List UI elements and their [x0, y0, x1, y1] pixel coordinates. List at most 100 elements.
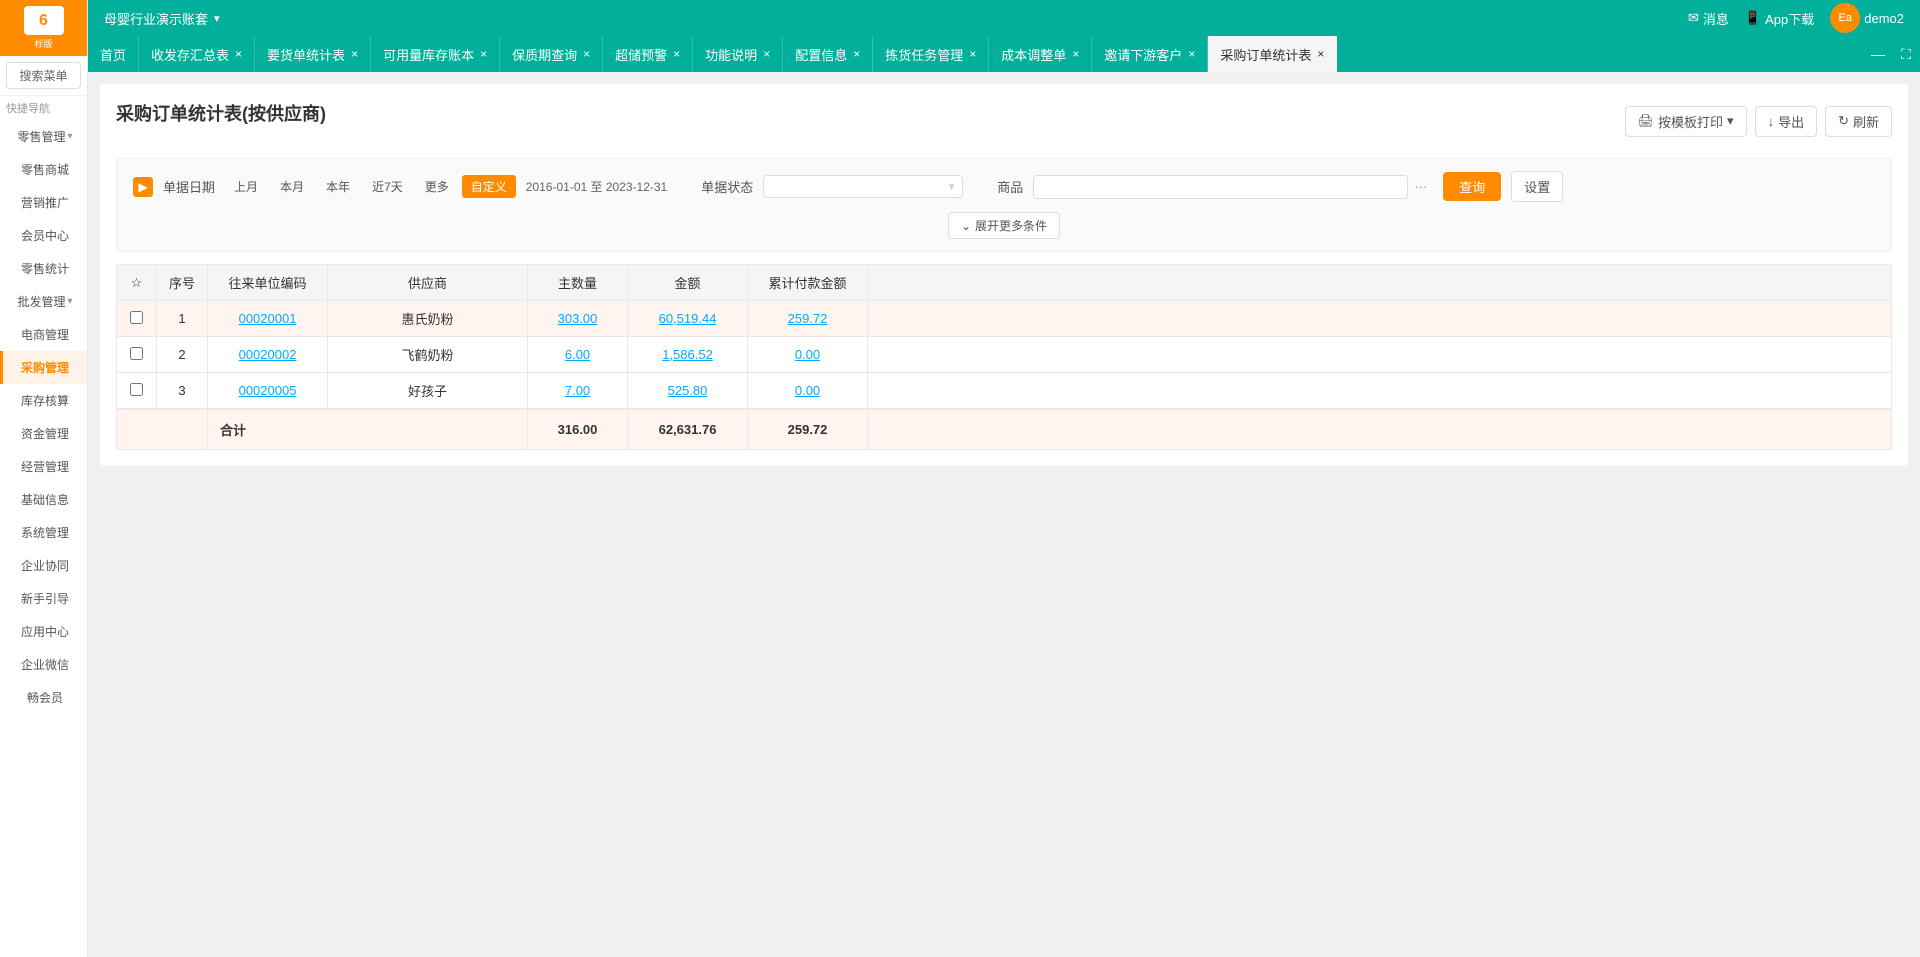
close-icon[interactable]: ×	[853, 47, 860, 61]
message-btn[interactable]: ✉ 消息	[1688, 9, 1729, 28]
tab-minimize-btn[interactable]: —	[1864, 40, 1892, 68]
close-icon[interactable]: ×	[969, 47, 976, 61]
refresh-button[interactable]: ↻ 刷新	[1825, 106, 1892, 137]
tab-label: 收发存汇总表	[151, 45, 229, 64]
expand-more-filters-button[interactable]: ⌄ 展开更多条件	[948, 212, 1060, 239]
status-dropdown[interactable]: ▾	[763, 175, 963, 198]
sidebar-item-batch-mgmt[interactable]: 批发管理 ▾	[0, 285, 87, 318]
cell-amount[interactable]: 60,519.44	[628, 301, 748, 337]
cell-amount[interactable]: 1,586.52	[628, 337, 748, 373]
sidebar-item-retail-stats[interactable]: 零售统计	[0, 252, 87, 285]
row-checkbox[interactable]	[130, 347, 143, 360]
tab-pick-task[interactable]: 拣货任务管理 ×	[873, 36, 989, 72]
row-checkbox[interactable]	[130, 311, 143, 324]
sidebar-item-member-center[interactable]: 会员中心	[0, 219, 87, 252]
cell-paid[interactable]: 0.00	[748, 373, 868, 410]
sidebar-item-label: 零售管理	[17, 128, 65, 145]
sidebar-item-label: 会员中心	[21, 229, 69, 243]
close-icon[interactable]: ×	[1072, 47, 1079, 61]
export-button[interactable]: ↓ 导出	[1755, 106, 1818, 137]
table-header-row: ☆ 序号 往来单位编码 供应商 主数量 金额 累计付款金额	[117, 265, 1892, 301]
close-icon[interactable]: ×	[673, 47, 680, 61]
sidebar-item-label: 库存核算	[21, 394, 69, 408]
close-icon[interactable]: ×	[351, 47, 358, 61]
tab-overstock[interactable]: 超储预警 ×	[603, 36, 693, 72]
cell-check[interactable]	[117, 373, 157, 410]
cell-amount[interactable]: 525.80	[628, 373, 748, 410]
app-logo: 6 标版	[0, 0, 87, 56]
date-tab-last7[interactable]: 近7天	[363, 175, 412, 198]
date-tab-this-year[interactable]: 本年	[317, 175, 359, 198]
col-qty-header: 主数量	[528, 265, 628, 301]
close-icon[interactable]: ×	[1317, 47, 1324, 61]
sidebar-item-sys-mgmt[interactable]: 系统管理	[0, 516, 87, 549]
close-icon[interactable]: ×	[235, 47, 242, 61]
cell-qty[interactable]: 7.00	[528, 373, 628, 410]
sidebar-item-retail-mgmt[interactable]: 零售管理 ▾	[0, 120, 87, 153]
tab-avail-inv[interactable]: 可用量库存账本 ×	[371, 36, 500, 72]
main-area: 母婴行业演示账套 ▾ ✉ 消息 📱 App下载 Ea demo2 首页	[88, 0, 1920, 957]
sidebar-item-finance[interactable]: 资金管理	[0, 417, 87, 450]
cell-paid[interactable]: 259.72	[748, 301, 868, 337]
goods-more-icon[interactable]: ···	[1408, 179, 1433, 194]
cell-paid[interactable]: 0.00	[748, 337, 868, 373]
date-tab-last-month[interactable]: 上月	[225, 175, 267, 198]
export-icon: ↓	[1768, 114, 1775, 129]
query-button[interactable]: 查询	[1443, 172, 1501, 201]
sidebar-item-app-center[interactable]: 应用中心	[0, 615, 87, 648]
tab-home[interactable]: 首页	[88, 36, 139, 72]
tab-maximize-btn[interactable]: ⛶	[1892, 40, 1920, 68]
cell-check[interactable]	[117, 337, 157, 373]
sidebar-item-basic-info[interactable]: 基础信息	[0, 483, 87, 516]
tab-label: 要货单统计表	[267, 45, 345, 64]
cell-code[interactable]: 00020005	[208, 373, 328, 410]
close-icon[interactable]: ×	[1188, 47, 1195, 61]
cell-qty[interactable]: 303.00	[528, 301, 628, 337]
sidebar-item-ops-mgmt[interactable]: 经营管理	[0, 450, 87, 483]
cell-code[interactable]: 00020001	[208, 301, 328, 337]
tab-label: 采购订单统计表	[1220, 45, 1311, 64]
chevron-down-icon: ▾	[1727, 113, 1734, 129]
tab-invite-downstream[interactable]: 邀请下游客户 ×	[1092, 36, 1208, 72]
row-checkbox[interactable]	[130, 383, 143, 396]
sidebar-item-enterprise-wechat[interactable]: 企业微信	[0, 648, 87, 681]
sidebar-item-purchase-mgmt[interactable]: 采购管理	[0, 351, 87, 384]
sidebar-item-enterprise[interactable]: 企业协同	[0, 549, 87, 582]
tab-warranty[interactable]: 保质期查询 ×	[500, 36, 603, 72]
sidebar-item-retail-mall[interactable]: 零售商城	[0, 153, 87, 186]
close-icon[interactable]: ×	[763, 47, 770, 61]
account-dropdown[interactable]: 母婴行业演示账套 ▾	[104, 9, 220, 28]
expand-filter-button[interactable]: ▶	[133, 177, 153, 197]
settings-button[interactable]: 设置	[1511, 171, 1563, 202]
sidebar-item-new-guide[interactable]: 新手引导	[0, 582, 87, 615]
sidebar-item-ecomm-mgmt[interactable]: 电商管理	[0, 318, 87, 351]
sidebar-item-label: 零售商城	[21, 163, 69, 177]
close-icon[interactable]: ×	[583, 47, 590, 61]
cell-code[interactable]: 00020002	[208, 337, 328, 373]
date-tab-more[interactable]: 更多	[416, 175, 458, 198]
logo-image: 6	[24, 6, 64, 35]
tab-goods-stats[interactable]: 要货单统计表 ×	[255, 36, 371, 72]
tab-cost-adj[interactable]: 成本调整单 ×	[989, 36, 1092, 72]
mobile-icon: 📱	[1745, 10, 1761, 26]
tab-recv-send[interactable]: 收发存汇总表 ×	[139, 36, 255, 72]
app-download-btn[interactable]: 📱 App下载	[1745, 9, 1814, 28]
goods-input[interactable]	[1033, 175, 1408, 199]
date-tab-custom[interactable]: 自定义	[462, 175, 516, 198]
cell-check[interactable]	[117, 301, 157, 337]
tab-purchase-stats[interactable]: 采购订单统计表 ×	[1208, 36, 1337, 72]
cell-extra	[868, 301, 1892, 337]
sidebar-item-inventory[interactable]: 库存核算	[0, 384, 87, 417]
tab-func-desc[interactable]: 功能说明 ×	[693, 36, 783, 72]
search-menu-button[interactable]: 搜索菜单	[6, 62, 81, 89]
close-icon[interactable]: ×	[480, 47, 487, 61]
date-tab-this-month[interactable]: 本月	[271, 175, 313, 198]
export-label: 导出	[1778, 112, 1804, 131]
sidebar-item-member[interactable]: 畅会员	[0, 681, 87, 714]
sidebar-item-marketing[interactable]: 营销推广	[0, 186, 87, 219]
tab-config-info[interactable]: 配置信息 ×	[783, 36, 873, 72]
user-profile-btn[interactable]: Ea demo2	[1830, 3, 1904, 33]
print-button[interactable]: 🖨 按模板打印 ▾	[1625, 106, 1747, 137]
cell-qty[interactable]: 6.00	[528, 337, 628, 373]
cell-no: 1	[157, 301, 208, 337]
